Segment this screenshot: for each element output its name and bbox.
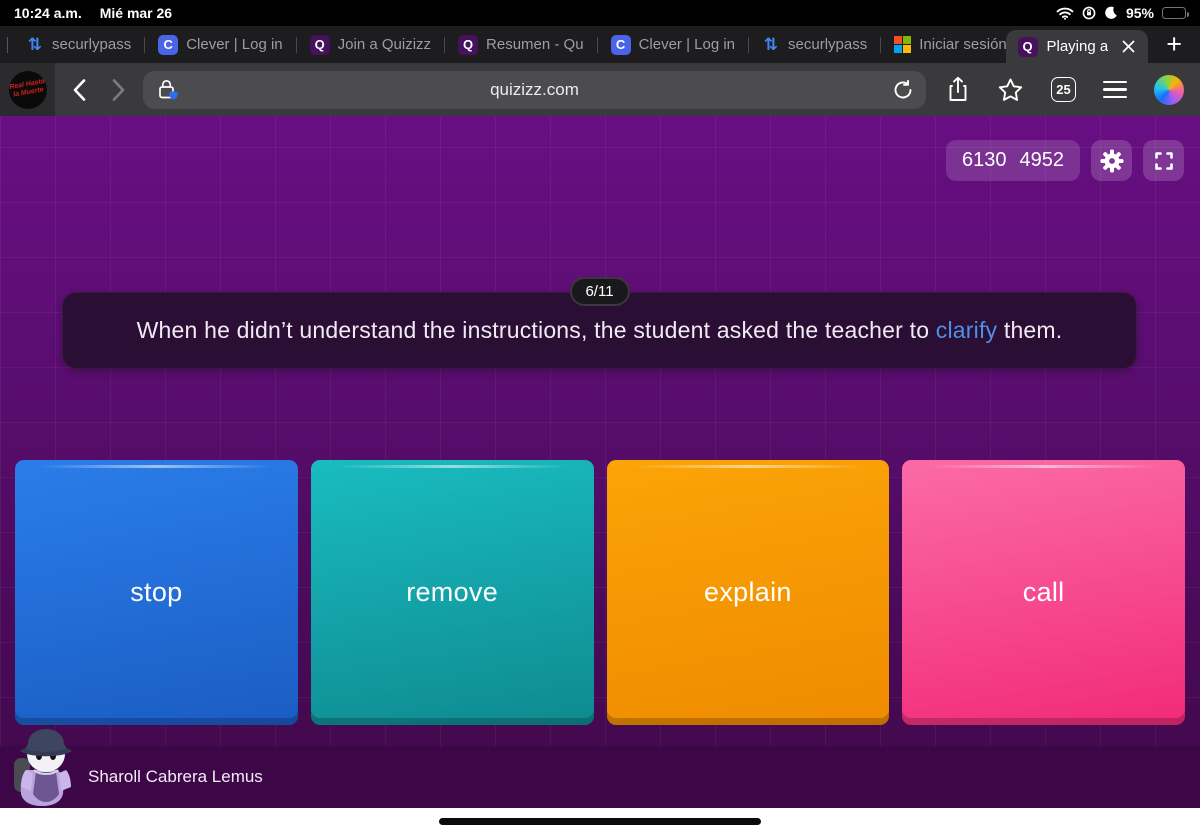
tab-securlypass[interactable]: ⇅ securlypass bbox=[749, 26, 880, 63]
clock: 10:24 a.m. bbox=[14, 5, 82, 21]
browser-toolbar: Real Hasta la Muerte quizizz.com 25 bbox=[0, 63, 1200, 116]
focus-moon-icon bbox=[1104, 6, 1118, 20]
answer-card-stop[interactable]: stop bbox=[15, 460, 298, 725]
back-button[interactable] bbox=[73, 78, 86, 101]
answer-options: stop remove explain call bbox=[15, 460, 1185, 725]
question-text: When he didn’t understand the instructio… bbox=[136, 316, 1063, 343]
home-indicator[interactable] bbox=[439, 818, 761, 825]
answer-label: call bbox=[1022, 577, 1065, 607]
date: Mié mar 26 bbox=[99, 5, 173, 21]
tab-label: Join a Quizizz bbox=[337, 36, 432, 53]
quizizz-game-area: 6130 4952 6/11 When he didn’t understand… bbox=[0, 116, 1200, 808]
answer-label: explain bbox=[704, 577, 792, 607]
question-highlight-word: clarify bbox=[935, 316, 998, 343]
quizizz-icon: Q bbox=[458, 34, 479, 55]
url-text: quizizz.com bbox=[490, 79, 579, 99]
share-icon[interactable] bbox=[946, 76, 970, 104]
securlypass-icon: ⇅ bbox=[763, 34, 779, 54]
wifi-icon bbox=[1056, 7, 1074, 20]
reload-icon[interactable] bbox=[892, 79, 914, 101]
room-code: 6130 4952 bbox=[946, 140, 1080, 181]
menu-icon[interactable] bbox=[1103, 80, 1127, 99]
tab-playing-active[interactable]: Q Playing a bbox=[1005, 30, 1149, 63]
tab-label: Iniciar sesión bbox=[919, 36, 1006, 53]
copilot-icon[interactable] bbox=[1154, 74, 1184, 105]
rotation-lock-icon bbox=[1082, 6, 1096, 20]
tab-join-a-quizizz[interactable]: Q Join a Quizizz bbox=[297, 26, 444, 63]
address-bar[interactable]: quizizz.com bbox=[143, 70, 926, 109]
tab-list: ⇅ securlypass C Clever | Log in Q Join a Quiz… bbox=[13, 26, 1006, 63]
battery-percent: 95% bbox=[1125, 5, 1154, 21]
home-strip bbox=[0, 808, 1200, 833]
tab-securlypass[interactable]: ⇅ securlypass bbox=[13, 26, 144, 63]
tab-clever-log-in[interactable]: C Clever | Log in bbox=[145, 26, 295, 63]
tab-label: securlypass bbox=[788, 36, 868, 53]
gear-icon bbox=[1100, 149, 1124, 173]
active-tab-label: Playing a bbox=[1046, 38, 1109, 55]
tab-label: securlypass bbox=[52, 36, 132, 53]
tab-bar: ⇅ securlypass C Clever | Log in Q Join a Quiz… bbox=[0, 26, 1200, 63]
player-name: Sharoll Cabrera Lemus bbox=[88, 767, 263, 786]
player-footer: Sharoll Cabrera Lemus bbox=[0, 746, 1200, 808]
answer-label: remove bbox=[406, 577, 499, 607]
answer-card-call[interactable]: call bbox=[902, 460, 1185, 725]
tab-label: Resumen - Qu bbox=[486, 36, 584, 53]
tab-resumen-qu[interactable]: Q Resumen - Qu bbox=[445, 26, 597, 63]
tab-label: Clever | Log in bbox=[186, 36, 283, 53]
bookmark-star-icon[interactable] bbox=[997, 77, 1024, 103]
securlypass-icon: ⇅ bbox=[27, 34, 43, 54]
quizizz-icon: Q bbox=[1017, 36, 1038, 57]
fullscreen-icon bbox=[1154, 151, 1173, 170]
player-avatar bbox=[12, 724, 80, 808]
clever-icon: C bbox=[610, 34, 631, 55]
close-tab-icon[interactable] bbox=[1121, 39, 1136, 54]
tabs-overview-button[interactable]: 25 bbox=[1051, 77, 1076, 102]
tab-iniciar-sesi-n[interactable]: Iniciar sesión bbox=[881, 26, 1006, 63]
question-progress-badge: 6/11 bbox=[569, 277, 630, 306]
status-bar: 10:24 a.m. Mié mar 26 95% bbox=[0, 0, 1200, 26]
tab-label: Clever | Log in bbox=[638, 36, 736, 53]
clever-icon: C bbox=[158, 34, 179, 55]
quizizz-icon: Q bbox=[309, 34, 330, 55]
clipped-tab-edge bbox=[7, 36, 8, 53]
forward-button[interactable] bbox=[112, 78, 125, 101]
new-tab-button[interactable]: + bbox=[1166, 31, 1182, 58]
microsoft-icon bbox=[894, 36, 912, 53]
tab-clever-log-in[interactable]: C Clever | Log in bbox=[598, 26, 748, 63]
answer-card-remove[interactable]: remove bbox=[310, 460, 594, 725]
answer-label: stop bbox=[130, 577, 183, 607]
answer-card-explain[interactable]: explain bbox=[606, 460, 890, 725]
battery-icon bbox=[1162, 7, 1189, 19]
settings-button[interactable] bbox=[1091, 140, 1132, 181]
profile-logo: Real Hasta la Muerte bbox=[8, 70, 47, 109]
fullscreen-button[interactable] bbox=[1143, 140, 1184, 181]
profile-button[interactable]: Real Hasta la Muerte bbox=[0, 63, 55, 116]
